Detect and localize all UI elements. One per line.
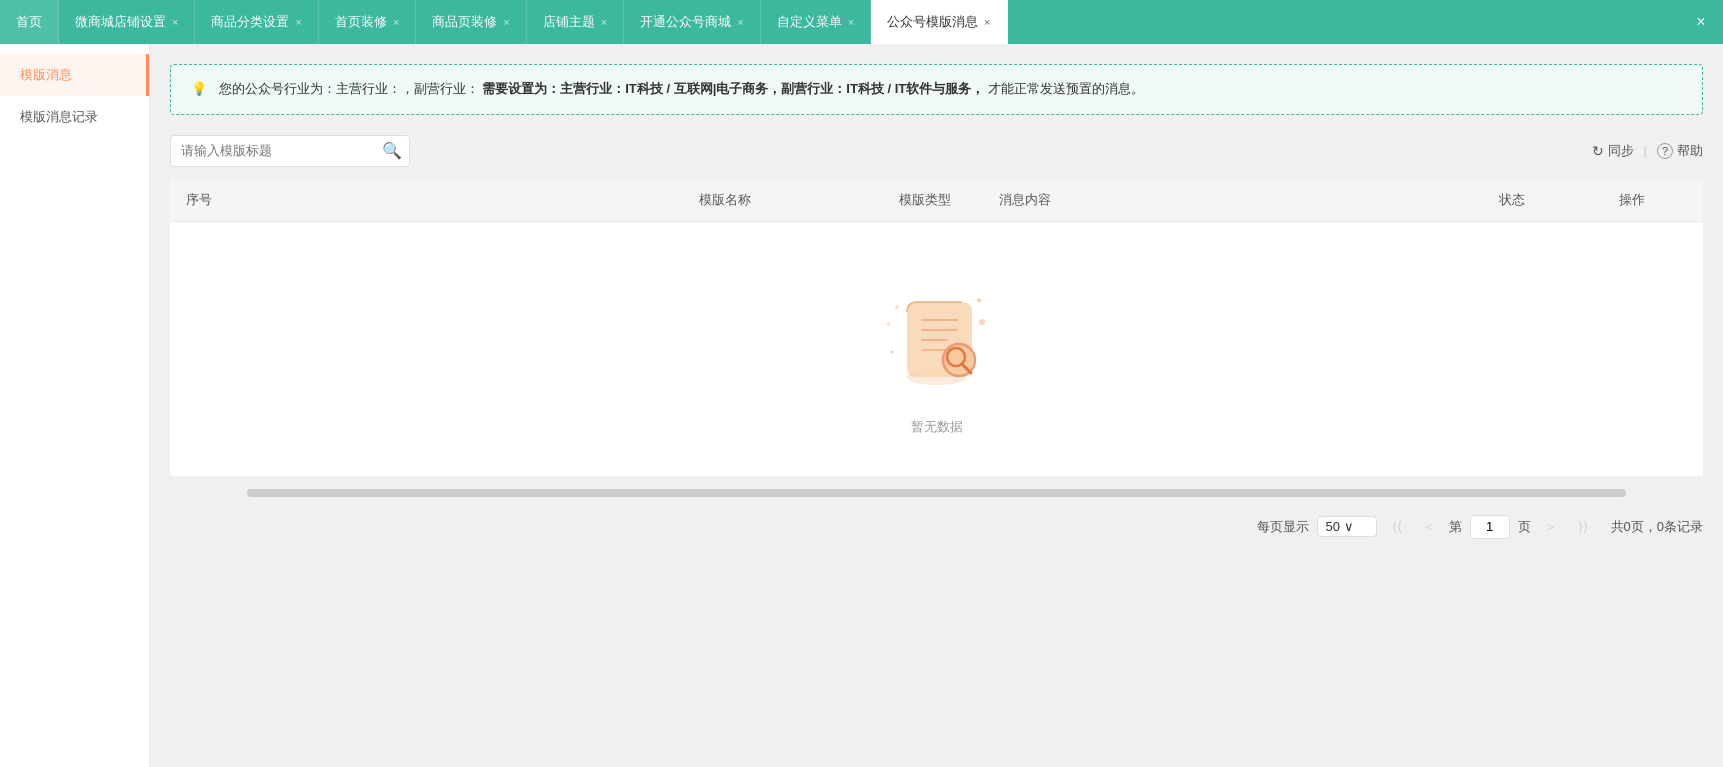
sidebar-item-template-msg-record[interactable]: 模版消息记录 bbox=[0, 96, 149, 138]
nav-tab-custom-menu[interactable]: 自定义菜单 × bbox=[761, 0, 871, 44]
main-layout: 模版消息 模版消息记录 💡 您的公众号行业为：主营行业：，副营行业： 需要设置为… bbox=[0, 44, 1723, 767]
main-content: 💡 您的公众号行业为：主营行业：，副营行业： 需要设置为：主营行业：IT科技 /… bbox=[150, 44, 1723, 767]
help-label: 帮助 bbox=[1677, 142, 1703, 160]
empty-state-cell: ✦ ✦ 暂无数据 bbox=[170, 221, 1703, 476]
sync-label: 同步 bbox=[1608, 142, 1634, 160]
svg-point-10 bbox=[890, 350, 893, 353]
close-icon[interactable]: × bbox=[984, 16, 990, 28]
sidebar-item-template-msg-record-label: 模版消息记录 bbox=[20, 109, 98, 124]
page-size-value: 50 bbox=[1326, 519, 1340, 534]
col-type: 模版类型 bbox=[883, 179, 983, 222]
search-input-wrap: 🔍 bbox=[170, 135, 410, 167]
search-left: 🔍 bbox=[170, 135, 410, 167]
next-page-button[interactable]: ＞ bbox=[1539, 515, 1563, 539]
col-action: 操作 bbox=[1603, 179, 1703, 222]
divider: | bbox=[1644, 143, 1647, 158]
horizontal-scrollbar[interactable] bbox=[170, 489, 1703, 497]
nav-tab-shop-settings[interactable]: 微商城店铺设置 × bbox=[59, 0, 195, 44]
col-seq: 序号 bbox=[170, 179, 683, 222]
refresh-icon: ↻ bbox=[1592, 143, 1604, 159]
last-page-button[interactable]: ⟩⟩ bbox=[1571, 515, 1595, 539]
pagination: 每页显示 50 ∨ ⟨⟨ ＜ 第 页 ＞ ⟩⟩ 共0页，0条记录 bbox=[170, 511, 1703, 547]
col-content: 消息内容 bbox=[983, 179, 1483, 222]
page-size-label: 每页显示 bbox=[1257, 518, 1309, 536]
search-right: ↻ 同步 | ? 帮助 bbox=[1592, 142, 1703, 160]
table-header: 序号 模版名称 模版类型 消息内容 状态 操作 bbox=[170, 179, 1703, 222]
table-wrap: 序号 模版名称 模版类型 消息内容 状态 操作 bbox=[170, 179, 1703, 477]
search-icon: 🔍 bbox=[382, 142, 402, 159]
close-icon[interactable]: × bbox=[393, 16, 399, 28]
close-icon[interactable]: × bbox=[503, 16, 509, 28]
nav-tab-category-settings-label: 商品分类设置 bbox=[211, 13, 289, 31]
bulb-icon: 💡 bbox=[191, 81, 207, 96]
current-page-input[interactable] bbox=[1470, 515, 1510, 539]
svg-text:✦: ✦ bbox=[885, 320, 892, 329]
data-table: 序号 模版名称 模版类型 消息内容 状态 操作 bbox=[170, 179, 1703, 477]
search-input[interactable] bbox=[170, 135, 410, 167]
sidebar-item-template-msg[interactable]: 模版消息 bbox=[0, 54, 149, 96]
nav-tab-template-msg[interactable]: 公众号模版消息 × bbox=[871, 0, 1007, 44]
info-prefix: 您的公众号行业为：主营行业：，副营行业： bbox=[219, 81, 479, 96]
close-icon[interactable]: × bbox=[848, 16, 854, 28]
close-all-tabs-button[interactable]: × bbox=[1679, 0, 1723, 44]
help-button[interactable]: ? 帮助 bbox=[1657, 142, 1703, 160]
chevron-down-icon: ∨ bbox=[1344, 519, 1354, 534]
page-size-select[interactable]: 50 ∨ bbox=[1317, 516, 1377, 537]
close-icon[interactable]: × bbox=[737, 16, 743, 28]
prev-page-button[interactable]: ＜ bbox=[1417, 515, 1441, 539]
info-suffix: 才能正常发送预置的消息。 bbox=[988, 81, 1144, 96]
sidebar-item-template-msg-label: 模版消息 bbox=[20, 67, 72, 82]
scrollbar-thumb[interactable] bbox=[247, 489, 1627, 497]
nav-tab-shop-theme-label: 店铺主题 bbox=[543, 13, 595, 31]
nav-tab-open-mall[interactable]: 开通公众号商城 × bbox=[624, 0, 760, 44]
svg-text:✦: ✦ bbox=[975, 295, 983, 306]
empty-icon: ✦ ✦ bbox=[877, 282, 997, 402]
nav-tab-template-msg-label: 公众号模版消息 bbox=[887, 13, 978, 31]
empty-text: 暂无数据 bbox=[911, 418, 963, 436]
nav-tab-category-settings[interactable]: 商品分类设置 × bbox=[195, 0, 318, 44]
table-body: ✦ ✦ 暂无数据 bbox=[170, 221, 1703, 476]
sidebar: 模版消息 模版消息记录 bbox=[0, 44, 150, 767]
nav-tab-home-label: 首页 bbox=[16, 13, 42, 31]
svg-point-8 bbox=[895, 305, 899, 309]
total-text: 共0页，0条记录 bbox=[1611, 518, 1703, 536]
search-bar: 🔍 ↻ 同步 | ? 帮助 bbox=[170, 135, 1703, 167]
page-unit: 页 bbox=[1518, 518, 1531, 536]
nav-tab-open-mall-label: 开通公众号商城 bbox=[640, 13, 731, 31]
close-icon[interactable]: × bbox=[601, 16, 607, 28]
sync-button[interactable]: ↻ 同步 bbox=[1592, 142, 1634, 160]
nav-tab-shop-theme[interactable]: 店铺主题 × bbox=[527, 0, 624, 44]
info-highlight: 需要设置为：主营行业：IT科技 / 互联网|电子商务，副营行业：IT科技 / I… bbox=[482, 81, 984, 96]
nav-tab-shop-settings-label: 微商城店铺设置 bbox=[75, 13, 166, 31]
first-page-button[interactable]: ⟨⟨ bbox=[1385, 515, 1409, 539]
info-banner: 💡 您的公众号行业为：主营行业：，副营行业： 需要设置为：主营行业：IT科技 /… bbox=[170, 64, 1703, 115]
svg-point-9 bbox=[979, 319, 985, 325]
col-name: 模版名称 bbox=[683, 179, 883, 222]
close-icon[interactable]: × bbox=[295, 16, 301, 28]
empty-state: ✦ ✦ 暂无数据 bbox=[170, 222, 1703, 476]
search-button[interactable]: 🔍 bbox=[382, 141, 402, 160]
page-word: 第 bbox=[1449, 518, 1462, 536]
close-icon[interactable]: × bbox=[172, 16, 178, 28]
col-status: 状态 bbox=[1483, 179, 1603, 222]
help-icon: ? bbox=[1657, 143, 1673, 159]
top-nav: 首页 微商城店铺设置 × 商品分类设置 × 首页装修 × 商品页装修 × 店铺主… bbox=[0, 0, 1723, 44]
nav-tab-product-decor-label: 商品页装修 bbox=[432, 13, 497, 31]
nav-tab-product-decor[interactable]: 商品页装修 × bbox=[416, 0, 526, 44]
nav-tab-home-decor[interactable]: 首页装修 × bbox=[319, 0, 416, 44]
nav-tab-home[interactable]: 首页 bbox=[0, 0, 59, 44]
nav-tab-custom-menu-label: 自定义菜单 bbox=[777, 13, 842, 31]
nav-tab-home-decor-label: 首页装修 bbox=[335, 13, 387, 31]
